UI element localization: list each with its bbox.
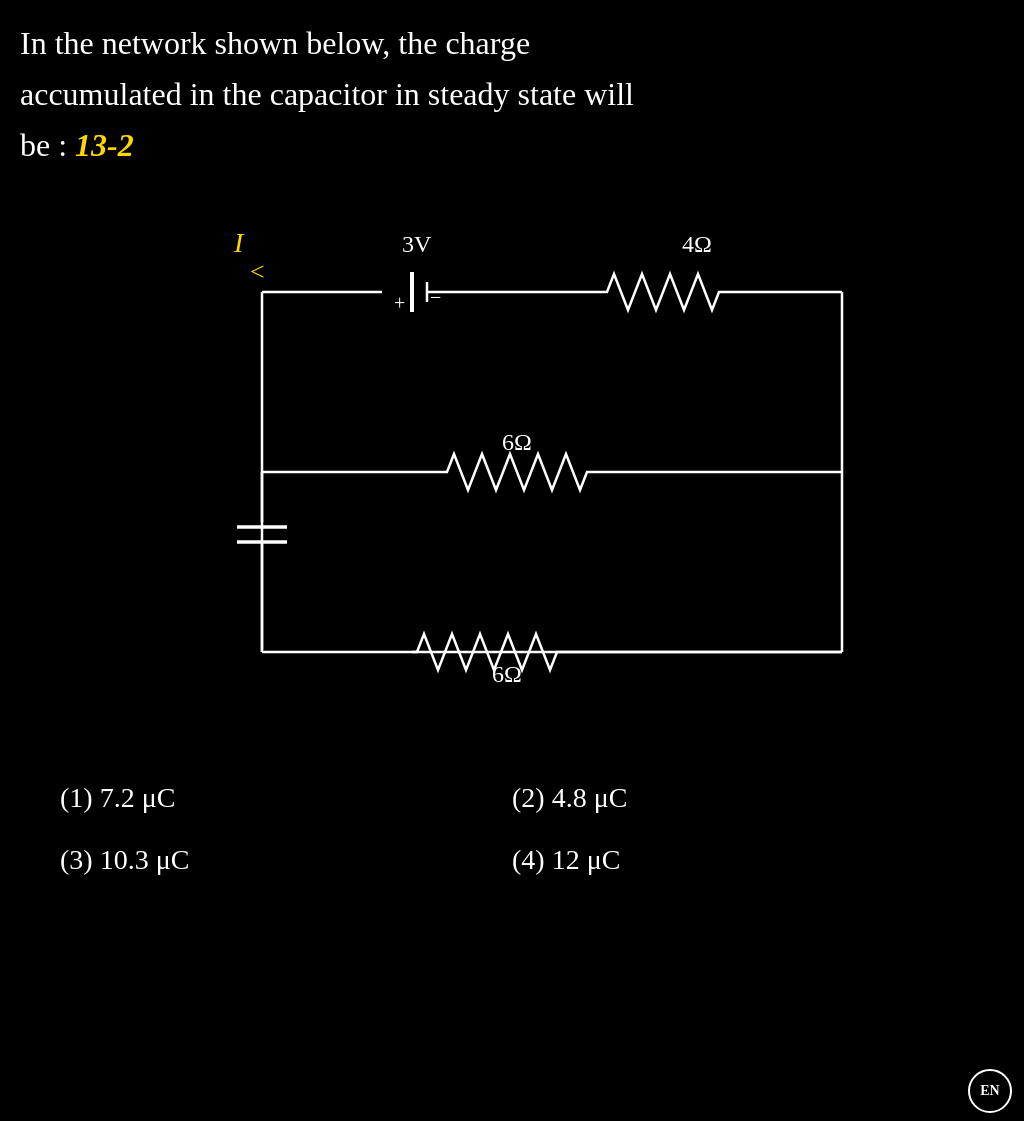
svg-text:−: − <box>430 286 441 308</box>
question-text: In the network shown below, the charge a… <box>0 0 1024 182</box>
question-line2: accumulated in the capacitor in steady s… <box>20 76 634 112</box>
svg-text:<: < <box>250 257 265 286</box>
question-line1: In the network shown below, the charge <box>20 25 530 61</box>
options-grid: (1) 7.2 μC (2) 4.8 μC (3) 10.3 μC (4) 12… <box>0 762 1024 896</box>
option-4[interactable]: (4) 12 μC <box>512 844 964 876</box>
answer-highlight: 13-2 <box>75 127 134 163</box>
svg-text:3V: 3V <box>402 231 432 257</box>
circuit-container: I < 3V 4Ω + − 6Ω <box>162 192 862 742</box>
question-line3: be : <box>20 127 75 163</box>
option-1[interactable]: (1) 7.2 μC <box>60 782 512 814</box>
en-badge: EN <box>968 1069 1012 1113</box>
svg-text:I: I <box>233 227 245 258</box>
svg-text:+: + <box>394 292 405 314</box>
option-2[interactable]: (2) 4.8 μC <box>512 782 964 814</box>
option-3[interactable]: (3) 10.3 μC <box>60 844 512 876</box>
svg-text:4Ω: 4Ω <box>682 231 712 257</box>
svg-text:6Ω: 6Ω <box>502 429 532 455</box>
